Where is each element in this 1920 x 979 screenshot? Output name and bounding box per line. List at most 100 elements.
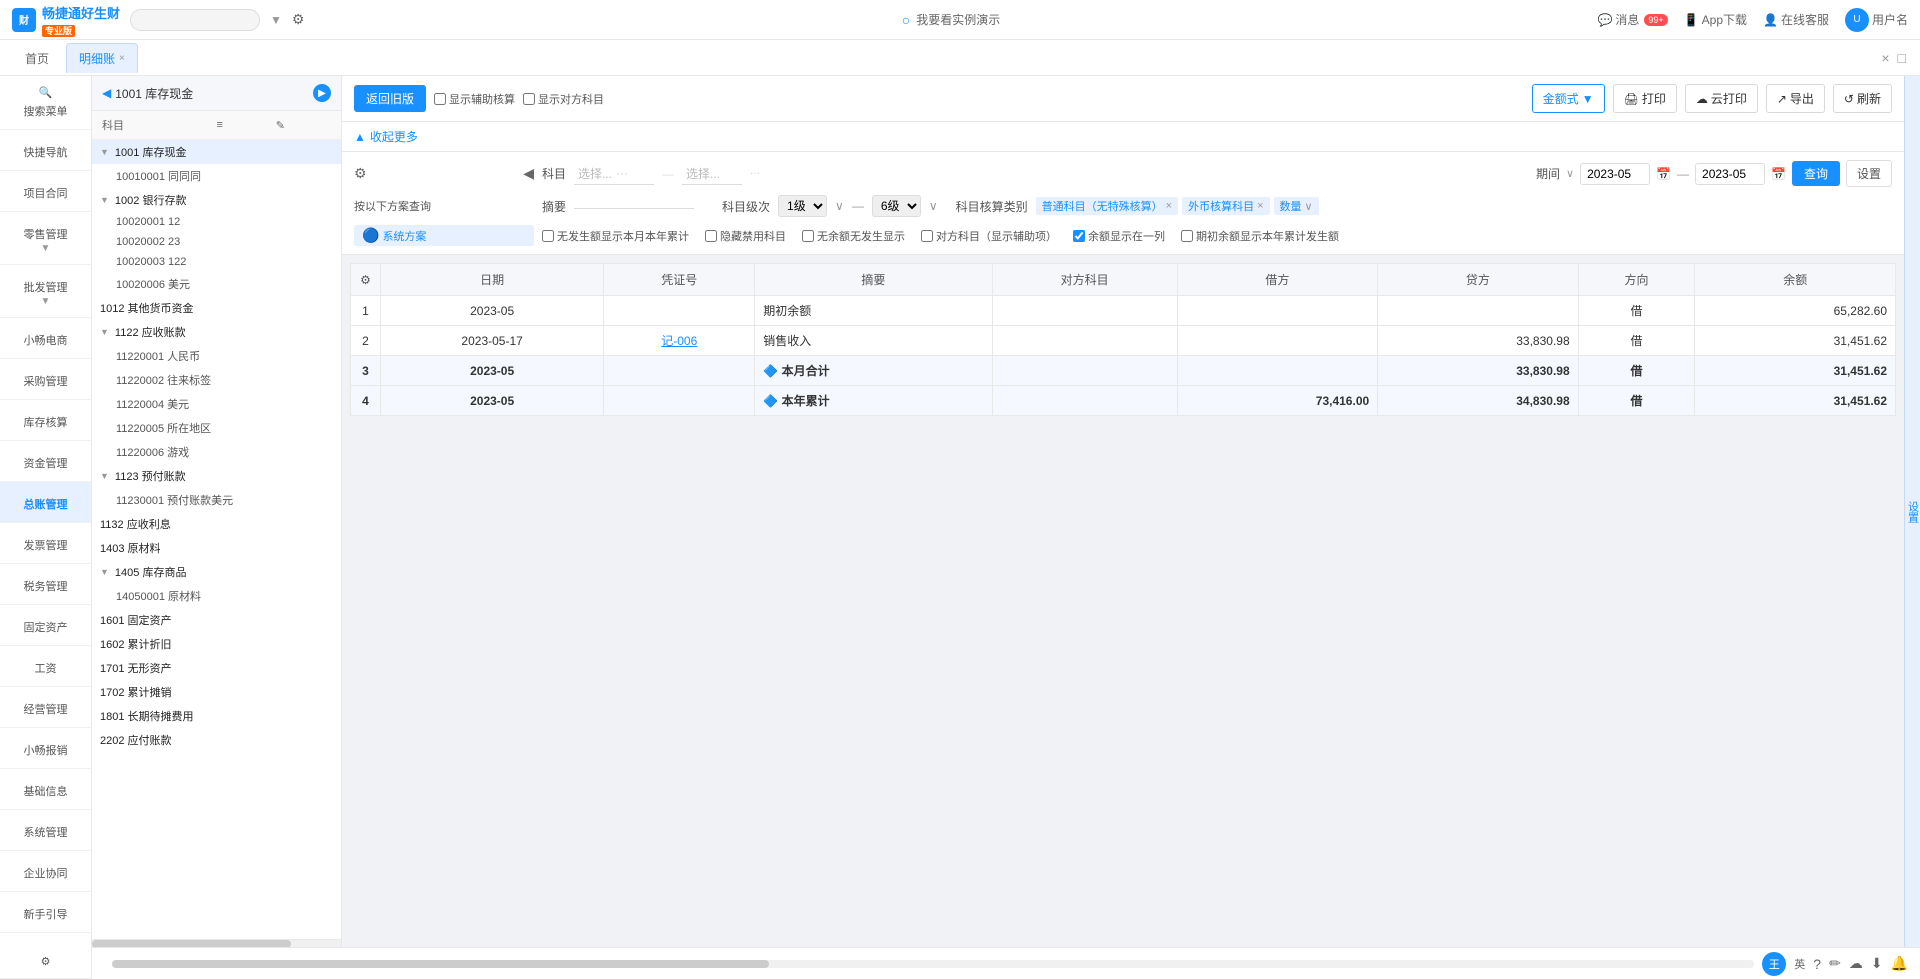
scheme-tag[interactable]: 🔵 系统方案 bbox=[354, 225, 534, 246]
collapse-left-icon[interactable]: ◀ bbox=[523, 165, 534, 182]
language-toggle[interactable]: 英 bbox=[1794, 956, 1805, 972]
sidebar-item-quicknav[interactable]: 快捷导航 bbox=[0, 130, 91, 171]
sidebar-item-search[interactable]: 🔍 搜索菜单 bbox=[0, 76, 91, 130]
col-settings[interactable]: ⚙ bbox=[351, 264, 381, 296]
export-btn[interactable]: ↗ 导出 bbox=[1766, 84, 1825, 113]
remove-calc-type-1-btn[interactable]: × bbox=[1166, 200, 1172, 212]
settings-icon[interactable]: ⚙ bbox=[292, 11, 305, 28]
checkbox-hide-disabled[interactable]: 隐藏禁用科目 bbox=[705, 228, 786, 244]
tree-node-2202[interactable]: 2202 应付账款 bbox=[92, 728, 341, 752]
tree-node-1002[interactable]: ▼ 1002 银行存款 bbox=[92, 188, 341, 212]
sidebar-item-purchase[interactable]: 采购管理 bbox=[0, 359, 91, 400]
window-maximize-btn[interactable]: □ bbox=[1896, 48, 1908, 68]
app-download-btn[interactable]: 📱 App下载 bbox=[1684, 11, 1747, 28]
global-search-input[interactable] bbox=[130, 9, 260, 31]
sidebar-item-guide[interactable]: 新手引导 bbox=[0, 892, 91, 933]
horizontal-scrollbar[interactable] bbox=[92, 939, 341, 947]
tree-node-14050001[interactable]: 14050001 原材料 bbox=[92, 584, 341, 608]
subject-to-input[interactable]: 选择... bbox=[682, 163, 742, 185]
sidebar-item-invoice[interactable]: 发票管理 bbox=[0, 523, 91, 564]
tree-node-1602[interactable]: 1602 累计折旧 bbox=[92, 632, 341, 656]
subject-level-to-select[interactable]: 6级4级5级 bbox=[872, 195, 921, 217]
tree-node-10020003[interactable]: 10020003 122 bbox=[92, 252, 341, 272]
checkbox-no-balance2[interactable]: 无余额无发生显示 bbox=[802, 228, 905, 244]
settings-btn[interactable]: 设置 bbox=[1846, 160, 1892, 187]
tree-node-11220006[interactable]: 11220006 游戏 bbox=[92, 440, 341, 464]
tree-node-1405[interactable]: ▼ 1405 库存商品 bbox=[92, 560, 341, 584]
checkbox-opening-balance[interactable]: 期初余额显示本年累计发生额 bbox=[1181, 228, 1339, 244]
cell-voucher-2[interactable]: 记-006 bbox=[604, 326, 755, 356]
demo-link[interactable]: ○ 我要看实例演示 bbox=[902, 11, 1000, 28]
tree-node-11220005[interactable]: 11220005 所在地区 bbox=[92, 416, 341, 440]
tree-node-1702[interactable]: 1702 累计摊销 bbox=[92, 680, 341, 704]
sidebar-item-basic[interactable]: 基础信息 bbox=[0, 769, 91, 810]
summary-input[interactable] bbox=[574, 204, 694, 209]
sidebar-item-salary[interactable]: 工资 bbox=[0, 646, 91, 687]
print-btn[interactable]: 🖨 打印 bbox=[1613, 84, 1677, 113]
subject-level-from-select[interactable]: 1级2级3级 bbox=[778, 195, 827, 217]
expand-query-btn[interactable]: ▲ 收起更多 bbox=[354, 128, 418, 145]
navigate-forward-btn[interactable]: ▶ bbox=[313, 84, 331, 102]
refresh-btn[interactable]: ↺ 刷新 bbox=[1833, 84, 1892, 113]
tree-node-1701[interactable]: 1701 无形资产 bbox=[92, 656, 341, 680]
tree-node-1001[interactable]: ▼ 1001 库存现金 bbox=[92, 140, 341, 164]
tree-node-1801[interactable]: 1801 长期待摊费用 bbox=[92, 704, 341, 728]
sidebar-item-contract[interactable]: 项目合同 bbox=[0, 171, 91, 212]
filter-settings-icon[interactable]: ⚙ bbox=[354, 165, 367, 182]
sidebar-item-operations[interactable]: 经营管理 bbox=[0, 687, 91, 728]
tree-node-11220004[interactable]: 11220004 美元 bbox=[92, 392, 341, 416]
tree-node-11220002[interactable]: 11220002 往来标签 bbox=[92, 368, 341, 392]
tree-node-1122[interactable]: ▼ 1122 应收账款 bbox=[92, 320, 341, 344]
tab-home[interactable]: 首页 bbox=[12, 43, 62, 73]
sidebar-item-cooperation[interactable]: 企业协同 bbox=[0, 851, 91, 892]
online-service-btn[interactable]: 👤 在线客服 bbox=[1763, 11, 1829, 28]
tree-node-10020006[interactable]: 10020006 美元 bbox=[92, 272, 341, 296]
show-aux-accounts-checkbox[interactable]: 显示辅助核算 bbox=[434, 91, 515, 107]
amount-format-dropdown[interactable]: 金额式 ▼ bbox=[1532, 84, 1605, 113]
sidebar-item-tax[interactable]: 税务管理 bbox=[0, 564, 91, 605]
tree-node-1403[interactable]: 1403 原材料 bbox=[92, 536, 341, 560]
edit-bottom-icon[interactable]: ✏ bbox=[1829, 955, 1841, 972]
message-btn[interactable]: 💬 消息 99+ bbox=[1597, 11, 1667, 28]
sidebar-item-reports[interactable]: 小畅报销 bbox=[0, 728, 91, 769]
horizontal-scrollbar-bottom[interactable] bbox=[112, 960, 1754, 968]
sidebar-item-inventory[interactable]: 库存核算 bbox=[0, 400, 91, 441]
window-close-btn[interactable]: × bbox=[1879, 48, 1891, 68]
dropdown-arrow-icon[interactable]: ▼ bbox=[270, 13, 282, 27]
tree-node-1012[interactable]: 1012 其他货币资金 bbox=[92, 296, 341, 320]
sidebar-item-accounting[interactable]: 总账管理 bbox=[0, 482, 91, 523]
filter-icon[interactable]: ≡ bbox=[217, 119, 272, 132]
show-opposite-subject-checkbox[interactable]: 显示对方科目 bbox=[523, 91, 604, 107]
tree-node-1123[interactable]: ▼ 1123 预付账款 bbox=[92, 464, 341, 488]
period-end-input[interactable] bbox=[1695, 163, 1765, 185]
cloud-bottom-icon[interactable]: ☁ bbox=[1849, 955, 1863, 972]
sidebar-item-finance[interactable]: 资金管理 bbox=[0, 441, 91, 482]
sidebar-item-assets[interactable]: 固定资产 bbox=[0, 605, 91, 646]
checkbox-opposite[interactable]: 对方科目（显示辅助项） bbox=[921, 228, 1057, 244]
notification-icon[interactable]: 🔔 bbox=[1891, 955, 1908, 972]
calendar-icon[interactable]: 📅 bbox=[1656, 167, 1671, 181]
tree-node-10020001[interactable]: 10020001 12 bbox=[92, 212, 341, 232]
tree-node-11220001[interactable]: 11220001 人民币 bbox=[92, 344, 341, 368]
right-edge-tab[interactable]: 设置 bbox=[1904, 76, 1920, 947]
tab-close-detail[interactable]: × bbox=[119, 53, 125, 64]
sidebar-item-wholesale[interactable]: 批发管理 ▼ bbox=[0, 265, 91, 318]
edit-icon[interactable]: ✎ bbox=[276, 119, 331, 132]
tree-node-10020002[interactable]: 10020002 23 bbox=[92, 232, 341, 252]
help-icon[interactable]: ? bbox=[1813, 956, 1821, 972]
cloud-print-btn[interactable]: ☁ 云打印 bbox=[1685, 84, 1758, 113]
tree-node-11230001[interactable]: 11230001 预付账款美元 bbox=[92, 488, 341, 512]
subject-input[interactable]: 选择... ··· bbox=[574, 163, 654, 185]
user-profile[interactable]: U 用户名 bbox=[1845, 8, 1908, 32]
remove-calc-type-2-btn[interactable]: × bbox=[1257, 200, 1263, 212]
period-start-input[interactable] bbox=[1580, 163, 1650, 185]
query-btn[interactable]: 查询 bbox=[1792, 161, 1840, 186]
tab-detail[interactable]: 明细账 × bbox=[66, 43, 138, 73]
tree-node-1132[interactable]: 1132 应收利息 bbox=[92, 512, 341, 536]
tree-node-1601[interactable]: 1601 固定资产 bbox=[92, 608, 341, 632]
sidebar-item-retail[interactable]: 零售管理 ▼ bbox=[0, 212, 91, 265]
checkbox-no-balance[interactable]: 无发生额显示本月本年累计 bbox=[542, 228, 689, 244]
download-bottom-icon[interactable]: ⬇ bbox=[1871, 955, 1883, 972]
sidebar-item-ecommerce[interactable]: 小畅电商 bbox=[0, 318, 91, 359]
bottom-brand-btn[interactable]: 王 bbox=[1762, 952, 1786, 976]
